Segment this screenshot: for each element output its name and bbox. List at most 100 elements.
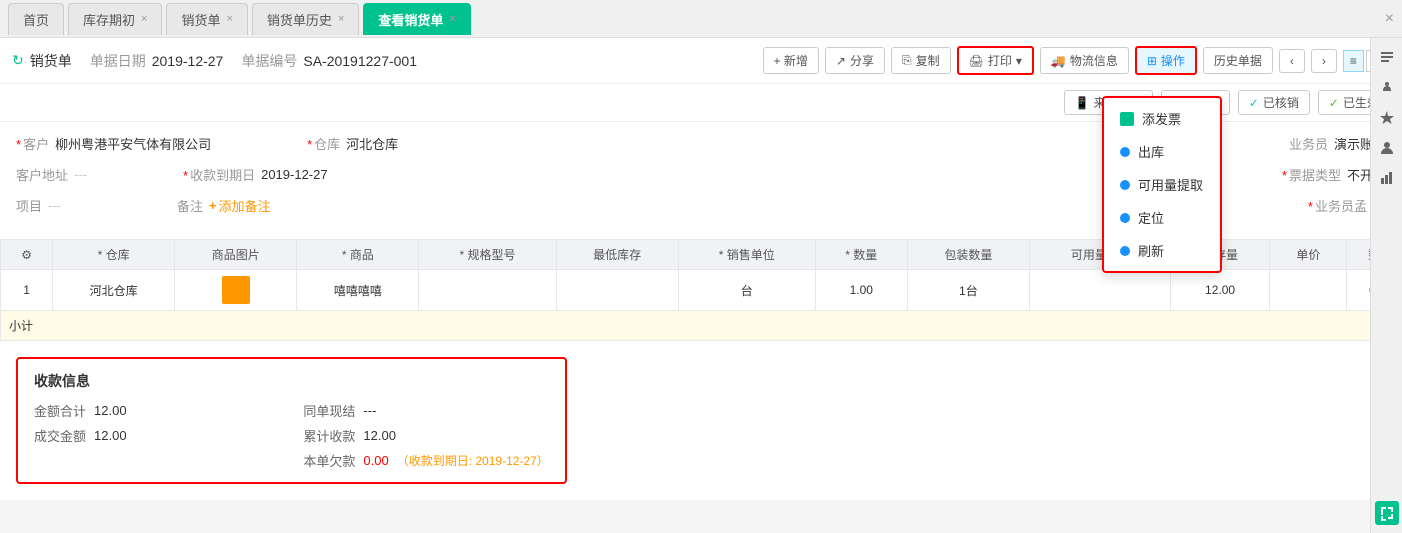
note-field: 备注 + 添加备注 (177, 196, 271, 215)
locate-dot (1120, 213, 1130, 223)
document-title: 销货单 (30, 51, 72, 71)
row-pack-qty: 1台 (907, 270, 1029, 311)
date-label: 单据日期 (90, 51, 146, 71)
project-field: 项目 --- (16, 196, 61, 215)
history-button[interactable]: 历史单据 (1203, 47, 1273, 74)
tab-sales-order[interactable]: 销货单 × (166, 3, 247, 35)
warehouse-value: 河北仓库 (346, 134, 398, 153)
warehouse-field: 仓库 河北仓库 (307, 134, 398, 153)
tab-sales-order-close[interactable]: × (226, 13, 232, 25)
gear-icon: ⚙ (21, 248, 32, 262)
next-button[interactable]: › (1311, 49, 1337, 73)
number-value: SA-20191227-001 (303, 53, 417, 69)
share-button[interactable]: ↗ 分享 (825, 47, 885, 74)
confirmed-button[interactable]: ✓ 已核销 (1238, 90, 1310, 115)
col-warehouse: * 仓库 (53, 240, 175, 270)
customer-label: 客户 (16, 134, 49, 153)
amount-total-row: 金额合计 12.00 (34, 401, 279, 420)
row-warehouse: 河北仓库 (53, 270, 175, 311)
warehouse-label: 仓库 (307, 134, 340, 153)
next-icon: › (1322, 54, 1326, 68)
cumulative-label: 累计收款 (303, 426, 355, 445)
toolbar: ↻ 销货单 单据日期 2019-12-27 单据编号 SA-20191227-0… (0, 38, 1402, 84)
subtotal-label: 小计 (1, 311, 1402, 341)
sidebar-icon-3[interactable] (1375, 106, 1399, 130)
tab-inventory-init-label: 库存期初 (83, 10, 135, 29)
operate-button[interactable]: ⊞ 操作 (1135, 46, 1197, 75)
share-label: 分享 (850, 52, 874, 69)
plus-icon: + (209, 198, 217, 213)
available-qty-item[interactable]: 可用量提取 (1104, 168, 1220, 201)
tab-bar: 首页 库存期初 × 销货单 × 销货单历史 × 查看销货单 × × (0, 0, 1402, 38)
sidebar-icon-4[interactable] (1375, 136, 1399, 160)
project-value: --- (48, 198, 61, 213)
document-title-area: ↻ 销货单 单据日期 2019-12-27 单据编号 SA-20191227-0… (12, 51, 417, 71)
product-image (222, 276, 250, 304)
locate-item[interactable]: 定位 (1104, 201, 1220, 234)
cumulative-value: 12.00 (363, 428, 396, 443)
tab-home[interactable]: 首页 (8, 3, 64, 35)
address-field: 客户地址 --- (16, 165, 87, 184)
col-gear[interactable]: ⚙ (1, 240, 53, 270)
available-qty-label: 可用量提取 (1138, 175, 1203, 194)
col-product: * 商品 (297, 240, 419, 270)
col-qty: * 数量 (815, 240, 907, 270)
tab-sales-order-label: 销货单 (181, 10, 220, 29)
row-spec (419, 270, 556, 311)
row-qty: 1.00 (815, 270, 907, 311)
right-sidebar (1370, 38, 1402, 533)
add-note-button[interactable]: + 添加备注 (209, 196, 271, 215)
ship-out-label: 出库 (1138, 142, 1164, 161)
sidebar-icon-expand[interactable] (1375, 501, 1399, 525)
prev-icon: ‹ (1290, 54, 1294, 68)
address-value: --- (74, 167, 87, 182)
print-button[interactable]: 🖨 打印 ▾ (957, 46, 1034, 75)
tab-view-sales-close[interactable]: × (449, 13, 455, 25)
confirmed-label: 已核销 (1263, 94, 1299, 111)
print-label: 打印 (988, 52, 1012, 69)
logistics-button[interactable]: 🚚 物流信息 (1040, 47, 1129, 74)
row-image (175, 270, 297, 311)
transaction-value: 12.00 (94, 428, 127, 443)
date-value: 2019-12-27 (152, 53, 224, 69)
ship-out-dot (1120, 147, 1130, 157)
payment-grid: 金额合计 12.00 同单现结 --- 成交金额 12.00 累计收款 12.0… (34, 401, 549, 470)
payment-box: 收款信息 金额合计 12.00 同单现结 --- 成交金额 12.00 (16, 357, 567, 484)
due-row: 本单欠款 0.00 （收款到期日: 2019-12-27） (303, 451, 548, 470)
sidebar-icon-5[interactable] (1375, 166, 1399, 190)
refresh-item[interactable]: 刷新 (1104, 234, 1220, 267)
invoice-type-label: 票据类型 (1282, 165, 1341, 184)
logistics-icon: 🚚 (1051, 54, 1066, 68)
address-label: 客户地址 (16, 165, 68, 184)
print-dropdown-arrow: ▾ (1016, 54, 1022, 68)
list-view-button[interactable]: ≡ (1343, 50, 1364, 72)
sidebar-icon-2[interactable] (1375, 76, 1399, 100)
tab-inventory-init-close[interactable]: × (141, 13, 147, 25)
operate-dropdown: 添发票 出库 可用量提取 定位 刷新 (1102, 96, 1222, 273)
tab-sales-history[interactable]: 销货单历史 × (252, 3, 359, 35)
due-date-label: 收款到期日 (183, 165, 255, 184)
due-note: （收款到期日: 2019-12-27） (397, 452, 549, 469)
tab-inventory-init[interactable]: 库存期初 × (68, 3, 162, 35)
doc-icon: ↻ (12, 52, 24, 69)
window-close-button[interactable]: × (1385, 10, 1394, 28)
row-available (1029, 270, 1170, 311)
copy-button[interactable]: ⎘ 复制 (891, 47, 951, 74)
new-button[interactable]: + 新增 (763, 47, 819, 74)
refresh-label: 刷新 (1138, 241, 1164, 260)
operate-grid-icon: ⊞ (1147, 54, 1157, 68)
tab-view-sales-label: 查看销货单 (378, 10, 443, 29)
tab-view-sales[interactable]: 查看销货单 × (363, 3, 470, 35)
tab-sales-history-close[interactable]: × (338, 13, 344, 25)
check-icon: ✓ (1249, 96, 1259, 110)
add-invoice-item[interactable]: 添发票 (1104, 102, 1220, 135)
available-qty-dot (1120, 180, 1130, 190)
history-label: 历史单据 (1214, 52, 1262, 69)
col-min-stock: 最低库存 (556, 240, 678, 270)
amount-total-value: 12.00 (94, 403, 127, 418)
logistics-label: 物流信息 (1070, 52, 1118, 69)
prev-button[interactable]: ‹ (1279, 49, 1305, 73)
ship-out-item[interactable]: 出库 (1104, 135, 1220, 168)
sidebar-icon-1[interactable] (1375, 46, 1399, 70)
col-pack-qty: 包装数量 (907, 240, 1029, 270)
